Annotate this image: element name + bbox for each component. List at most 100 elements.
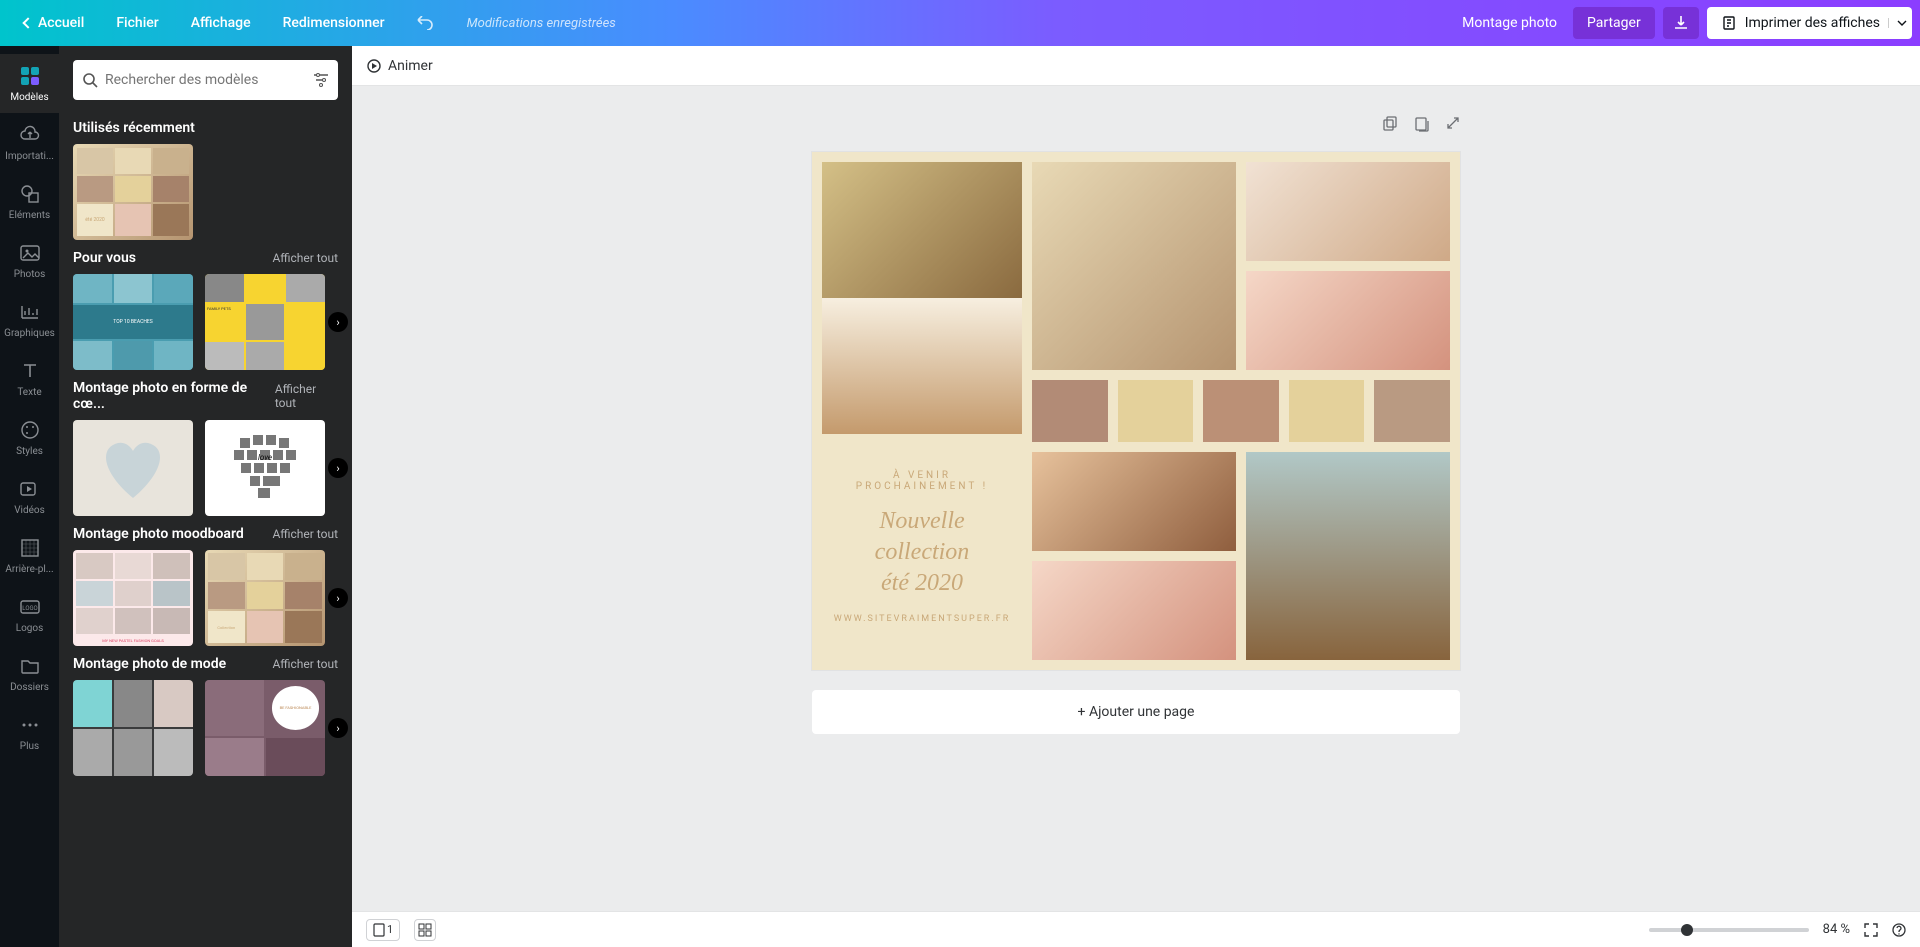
rail-logos-label: Logos bbox=[16, 623, 44, 634]
home-button[interactable]: Accueil bbox=[8, 9, 100, 37]
rail-folders[interactable]: Dossiers bbox=[0, 644, 59, 703]
template-thumb[interactable]: MY NEW PASTEL FASHION GOALS bbox=[73, 550, 193, 646]
template-thumb[interactable] bbox=[73, 680, 193, 776]
canvas-area: Animer À VENIR PROCHA bbox=[352, 46, 1920, 947]
scroll-right-button[interactable]: › bbox=[328, 458, 348, 478]
template-thumb[interactable]: FAMILY PETS bbox=[205, 274, 325, 370]
open-page-button[interactable] bbox=[1446, 116, 1460, 132]
color-swatch[interactable] bbox=[1203, 380, 1279, 442]
color-swatch[interactable] bbox=[1118, 380, 1194, 442]
scroll-right-button[interactable]: › bbox=[328, 588, 348, 608]
template-thumb[interactable]: Collection bbox=[205, 550, 325, 646]
rail-photos[interactable]: Photos bbox=[0, 231, 59, 290]
rail-styles[interactable]: Styles bbox=[0, 408, 59, 467]
color-swatch[interactable] bbox=[1374, 380, 1450, 442]
section-heart-title: Montage photo en forme de cœ... bbox=[73, 380, 275, 412]
file-menu[interactable]: Fichier bbox=[100, 9, 174, 37]
collage-image[interactable] bbox=[1246, 271, 1450, 370]
see-all-fashion[interactable]: Afficher tout bbox=[272, 657, 338, 671]
rail-graphics[interactable]: Graphiques bbox=[0, 290, 59, 349]
search-icon bbox=[81, 71, 99, 89]
save-status: Modifications enregistrées bbox=[467, 16, 616, 31]
chevron-down-icon bbox=[1888, 18, 1898, 28]
scroll-right-button[interactable]: › bbox=[328, 312, 348, 332]
template-thumb[interactable]: été 2020 bbox=[73, 144, 193, 240]
see-all-foryou[interactable]: Afficher tout bbox=[272, 251, 338, 265]
more-icon bbox=[18, 713, 42, 737]
collage-image[interactable] bbox=[822, 298, 1022, 434]
help-button[interactable] bbox=[1892, 923, 1906, 937]
duplicate-page-button[interactable] bbox=[1414, 116, 1430, 132]
collage-text-block[interactable]: À VENIR PROCHAINEMENT ! Nouvelle collect… bbox=[822, 434, 1022, 660]
folder-icon bbox=[18, 654, 42, 678]
collage-image[interactable] bbox=[1246, 162, 1450, 261]
search-input[interactable] bbox=[99, 72, 312, 88]
design-page[interactable]: À VENIR PROCHAINEMENT ! Nouvelle collect… bbox=[812, 152, 1460, 670]
template-thumb[interactable]: love bbox=[205, 420, 325, 516]
rail-text[interactable]: Texte bbox=[0, 349, 59, 408]
left-rail: Modèles Importati... Éléments Photos Gra… bbox=[0, 46, 59, 947]
scroll-right-button[interactable]: › bbox=[328, 718, 348, 738]
page-number-button[interactable]: 1 bbox=[366, 919, 400, 941]
page-number-label: 1 bbox=[387, 923, 393, 936]
rail-uploads-label: Importati... bbox=[5, 151, 54, 162]
collage-image[interactable] bbox=[1032, 452, 1236, 551]
section-fashion-title: Montage photo de mode bbox=[73, 656, 226, 672]
home-label: Accueil bbox=[38, 15, 84, 31]
zoom-slider[interactable] bbox=[1649, 928, 1809, 932]
background-icon bbox=[18, 536, 42, 560]
templates-panel: Utilisés récemment été 2020 Pour vous Af… bbox=[59, 46, 352, 947]
resize-menu[interactable]: Redimensionner bbox=[267, 9, 401, 37]
color-swatch[interactable] bbox=[1032, 380, 1108, 442]
view-menu[interactable]: Affichage bbox=[175, 9, 267, 37]
templates-icon bbox=[18, 64, 42, 88]
photo-icon bbox=[18, 241, 42, 265]
grid-view-button[interactable] bbox=[414, 919, 436, 941]
rail-folders-label: Dossiers bbox=[10, 682, 49, 693]
see-all-moodboard[interactable]: Afficher tout bbox=[272, 527, 338, 541]
animate-icon bbox=[366, 58, 382, 74]
rail-videos[interactable]: Vidéos bbox=[0, 467, 59, 526]
canvas-toolbar: Animer bbox=[352, 46, 1920, 86]
copy-style-button[interactable] bbox=[1382, 116, 1398, 132]
download-icon bbox=[1673, 15, 1689, 31]
rail-uploads[interactable]: Importati... bbox=[0, 113, 59, 172]
rail-elements[interactable]: Éléments bbox=[0, 172, 59, 231]
download-button[interactable] bbox=[1663, 7, 1699, 39]
rail-more[interactable]: Plus bbox=[0, 703, 59, 762]
rail-background[interactable]: Arrière-pl... bbox=[0, 526, 59, 585]
section-foryou-title: Pour vous bbox=[73, 250, 136, 266]
share-button[interactable]: Partager bbox=[1573, 7, 1655, 39]
rail-logos[interactable]: LOGO Logos bbox=[0, 585, 59, 644]
collage-image[interactable] bbox=[1032, 561, 1236, 660]
undo-icon bbox=[417, 16, 433, 30]
add-page-button[interactable]: + Ajouter une page bbox=[812, 690, 1460, 734]
collage-image[interactable] bbox=[822, 162, 1022, 298]
svg-text:love: love bbox=[258, 453, 272, 462]
undo-button[interactable] bbox=[401, 10, 449, 36]
print-button[interactable]: Imprimer des affiches bbox=[1707, 7, 1912, 39]
zoom-knob[interactable] bbox=[1681, 924, 1693, 936]
svg-text:LOGO: LOGO bbox=[22, 605, 37, 612]
template-thumb[interactable]: TOP 10 BEACHES bbox=[73, 274, 193, 370]
animate-label: Animer bbox=[388, 58, 433, 74]
print-label: Imprimer des affiches bbox=[1745, 15, 1880, 31]
collage-image[interactable] bbox=[1246, 452, 1450, 660]
collage-image[interactable] bbox=[1032, 162, 1236, 370]
template-thumb[interactable] bbox=[73, 420, 193, 516]
see-all-heart[interactable]: Afficher tout bbox=[275, 382, 338, 410]
section-moodboard-title: Montage photo moodboard bbox=[73, 526, 244, 542]
title-line1: Nouvelle collection bbox=[830, 506, 1014, 568]
filter-icon[interactable] bbox=[312, 73, 330, 87]
animate-button[interactable]: Animer bbox=[366, 58, 433, 74]
fullscreen-button[interactable] bbox=[1864, 923, 1878, 937]
rail-templates[interactable]: Modèles bbox=[0, 54, 59, 113]
document-title-input[interactable] bbox=[1425, 9, 1565, 37]
color-swatch[interactable] bbox=[1289, 380, 1365, 442]
collapse-panel-button[interactable]: ‹ bbox=[348, 497, 352, 549]
tagline-text: À VENIR PROCHAINEMENT ! bbox=[830, 470, 1014, 492]
swatch-row bbox=[1032, 380, 1450, 442]
canvas-stage[interactable]: À VENIR PROCHAINEMENT ! Nouvelle collect… bbox=[352, 86, 1920, 911]
video-icon bbox=[18, 477, 42, 501]
template-thumb[interactable]: BE FASHIONABLE bbox=[205, 680, 325, 776]
